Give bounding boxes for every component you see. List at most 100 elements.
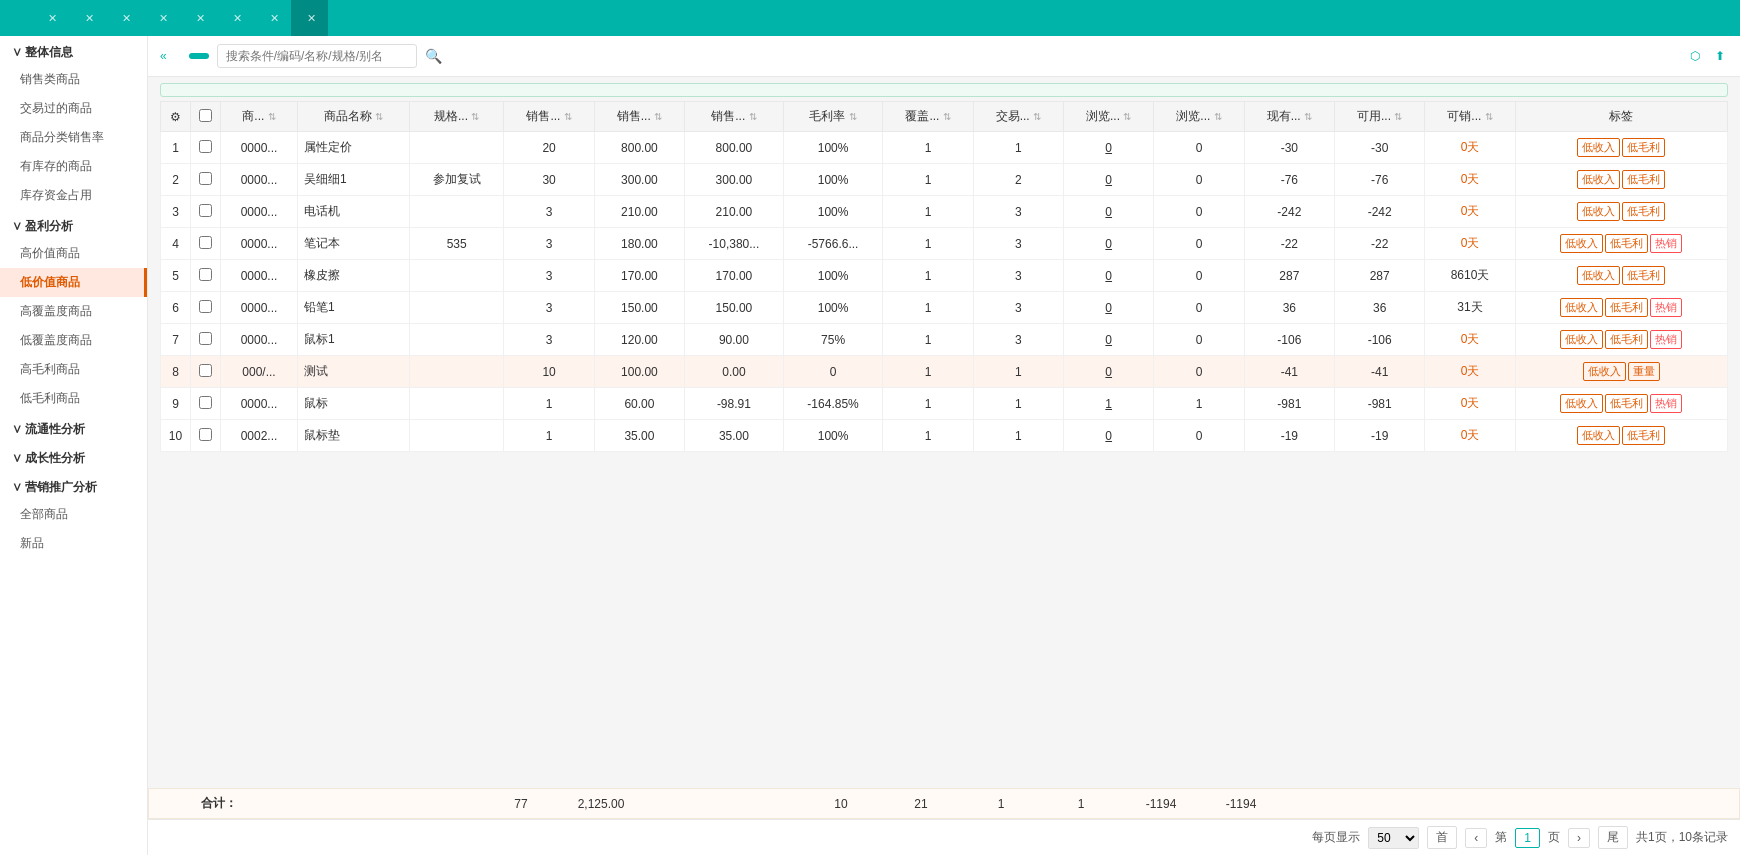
sidebar-item-all-goods[interactable]: 全部商品 [0,500,147,529]
row-checkbox[interactable] [199,396,212,409]
first-page-btn[interactable]: 首 [1427,826,1457,849]
table-header-row: ⚙ 商... ⇅ 商品名称 ⇅ 规格... ⇅ 销售... ⇅ 销售... ⇅ … [161,102,1728,132]
tag-low-income: 低收入 [1560,234,1603,253]
nav-close-sales[interactable]: ✕ [48,12,57,25]
cell-spec [409,292,503,324]
col-browse2[interactable]: 浏览... ⇅ [1154,102,1244,132]
share-button[interactable]: ⬡ [1690,49,1703,63]
sidebar-item-traded-goods[interactable]: 交易过的商品 [0,94,147,123]
sidebar-group-circulation[interactable]: ∨ 流通性分析 [0,413,147,442]
sidebar-item-low-margin[interactable]: 低毛利商品 [0,384,147,413]
browse1-link[interactable]: 0 [1105,237,1112,251]
time-filter-button[interactable] [189,53,209,59]
cell-checkbox[interactable] [191,420,221,452]
sidebar-item-stocked-goods[interactable]: 有库存的商品 [0,152,147,181]
nav-product-analysis[interactable]: ✕ [254,0,291,36]
browse1-link[interactable]: 1 [1105,397,1112,411]
row-checkbox[interactable] [199,364,212,377]
cell-tags: 低收入低毛利热销 [1515,228,1727,260]
nav-product-instock[interactable]: ✕ [180,0,217,36]
cell-checkbox[interactable] [191,228,221,260]
cell-checkbox[interactable] [191,260,221,292]
browse1-link[interactable]: 0 [1105,205,1112,219]
last-page-btn[interactable]: 尾 [1598,826,1628,849]
cell-code: 0000... [221,324,298,356]
cell-checkbox[interactable] [191,388,221,420]
nav-role-auth[interactable]: ✕ [143,0,180,36]
row-checkbox[interactable] [199,300,212,313]
col-gross-rate[interactable]: 毛利率 ⇅ [783,102,883,132]
nav-home[interactable] [8,0,32,36]
nav-close-product[interactable]: ✕ [196,12,205,25]
nav-purchase-order[interactable]: ✕ [69,0,106,36]
col-name[interactable]: 商品名称 ⇅ [297,102,409,132]
col-spec[interactable]: 规格... ⇅ [409,102,503,132]
sidebar-item-low-coverage[interactable]: 低覆盖度商品 [0,326,147,355]
nav-close-analysis-list[interactable]: ✕ [307,12,316,25]
table-container[interactable]: ⚙ 商... ⇅ 商品名称 ⇅ 规格... ⇅ 销售... ⇅ 销售... ⇅ … [148,101,1740,788]
nav-close-purchase[interactable]: ✕ [85,12,94,25]
row-checkbox[interactable] [199,268,212,281]
nav-close-permission[interactable]: ✕ [122,12,131,25]
select-all-checkbox[interactable] [199,109,212,122]
cell-checkbox[interactable] [191,196,221,228]
cell-trade: 1 [973,132,1063,164]
search-icon[interactable]: 🔍 [425,48,442,64]
sidebar-item-sales-goods[interactable]: 销售类商品 [0,65,147,94]
cell-browse1: 1 [1064,388,1154,420]
sidebar-item-category-rate[interactable]: 商品分类销售率 [0,123,147,152]
browse1-link[interactable]: 0 [1105,269,1112,283]
sidebar-item-high-margin[interactable]: 高毛利商品 [0,355,147,384]
nav-sales-order[interactable]: ✕ [32,0,69,36]
col-avail[interactable]: 可用... ⇅ [1335,102,1425,132]
sidebar-item-high-value[interactable]: 高价值商品 [0,239,147,268]
next-page-btn[interactable]: › [1568,828,1590,848]
col-stock[interactable]: 现有... ⇅ [1244,102,1334,132]
row-checkbox[interactable] [199,140,212,153]
sidebar-item-high-coverage[interactable]: 高覆盖度商品 [0,297,147,326]
browse1-link[interactable]: 0 [1105,173,1112,187]
row-checkbox[interactable] [199,172,212,185]
cell-checkbox[interactable] [191,324,221,356]
cell-checkbox[interactable] [191,356,221,388]
per-page-select[interactable]: 50 100 200 [1368,827,1419,849]
row-checkbox[interactable] [199,332,212,345]
cell-checkbox[interactable] [191,292,221,324]
cell-sales1: 3 [504,292,594,324]
nav-close-analysis[interactable]: ✕ [270,12,279,25]
nav-product-analysis-list[interactable]: ✕ [291,0,328,36]
sidebar-item-stock-fund[interactable]: 库存资金占用 [0,181,147,210]
sidebar-item-new-goods[interactable]: 新品 [0,529,147,558]
col-code[interactable]: 商... ⇅ [221,102,298,132]
browse1-link[interactable]: 0 [1105,301,1112,315]
cell-browse1: 0 [1064,228,1154,260]
row-checkbox[interactable] [199,428,212,441]
sidebar-group-growth[interactable]: ∨ 成长性分析 [0,442,147,471]
browse1-link[interactable]: 0 [1105,333,1112,347]
browse1-link[interactable]: 0 [1105,429,1112,443]
col-settings[interactable]: ⚙ [161,102,191,132]
row-checkbox[interactable] [199,204,212,217]
nav-close-role[interactable]: ✕ [159,12,168,25]
col-sales3[interactable]: 销售... ⇅ [685,102,784,132]
export-button[interactable]: ⬆ [1715,49,1728,63]
col-trade[interactable]: 交易... ⇅ [973,102,1063,132]
search-input[interactable] [217,44,417,68]
cell-sales2: 35.00 [594,420,684,452]
col-sales1[interactable]: 销售... ⇅ [504,102,594,132]
nav-permission[interactable]: ✕ [106,0,143,36]
cell-checkbox[interactable] [191,164,221,196]
col-coverage[interactable]: 覆盖... ⇅ [883,102,973,132]
nav-template[interactable]: ✕ [217,0,254,36]
nav-close-template[interactable]: ✕ [233,12,242,25]
cell-checkbox[interactable] [191,132,221,164]
col-sales2[interactable]: 销售... ⇅ [594,102,684,132]
col-browse1[interactable]: 浏览... ⇅ [1064,102,1154,132]
browse1-link[interactable]: 0 [1105,365,1112,379]
row-checkbox[interactable] [199,236,212,249]
sidebar-item-low-value[interactable]: 低价值商品 [0,268,147,297]
col-salable[interactable]: 可销... ⇅ [1425,102,1515,132]
browse1-link[interactable]: 0 [1105,141,1112,155]
sidebar-toggle-btn[interactable]: « [160,49,167,63]
prev-page-btn[interactable]: ‹ [1465,828,1487,848]
